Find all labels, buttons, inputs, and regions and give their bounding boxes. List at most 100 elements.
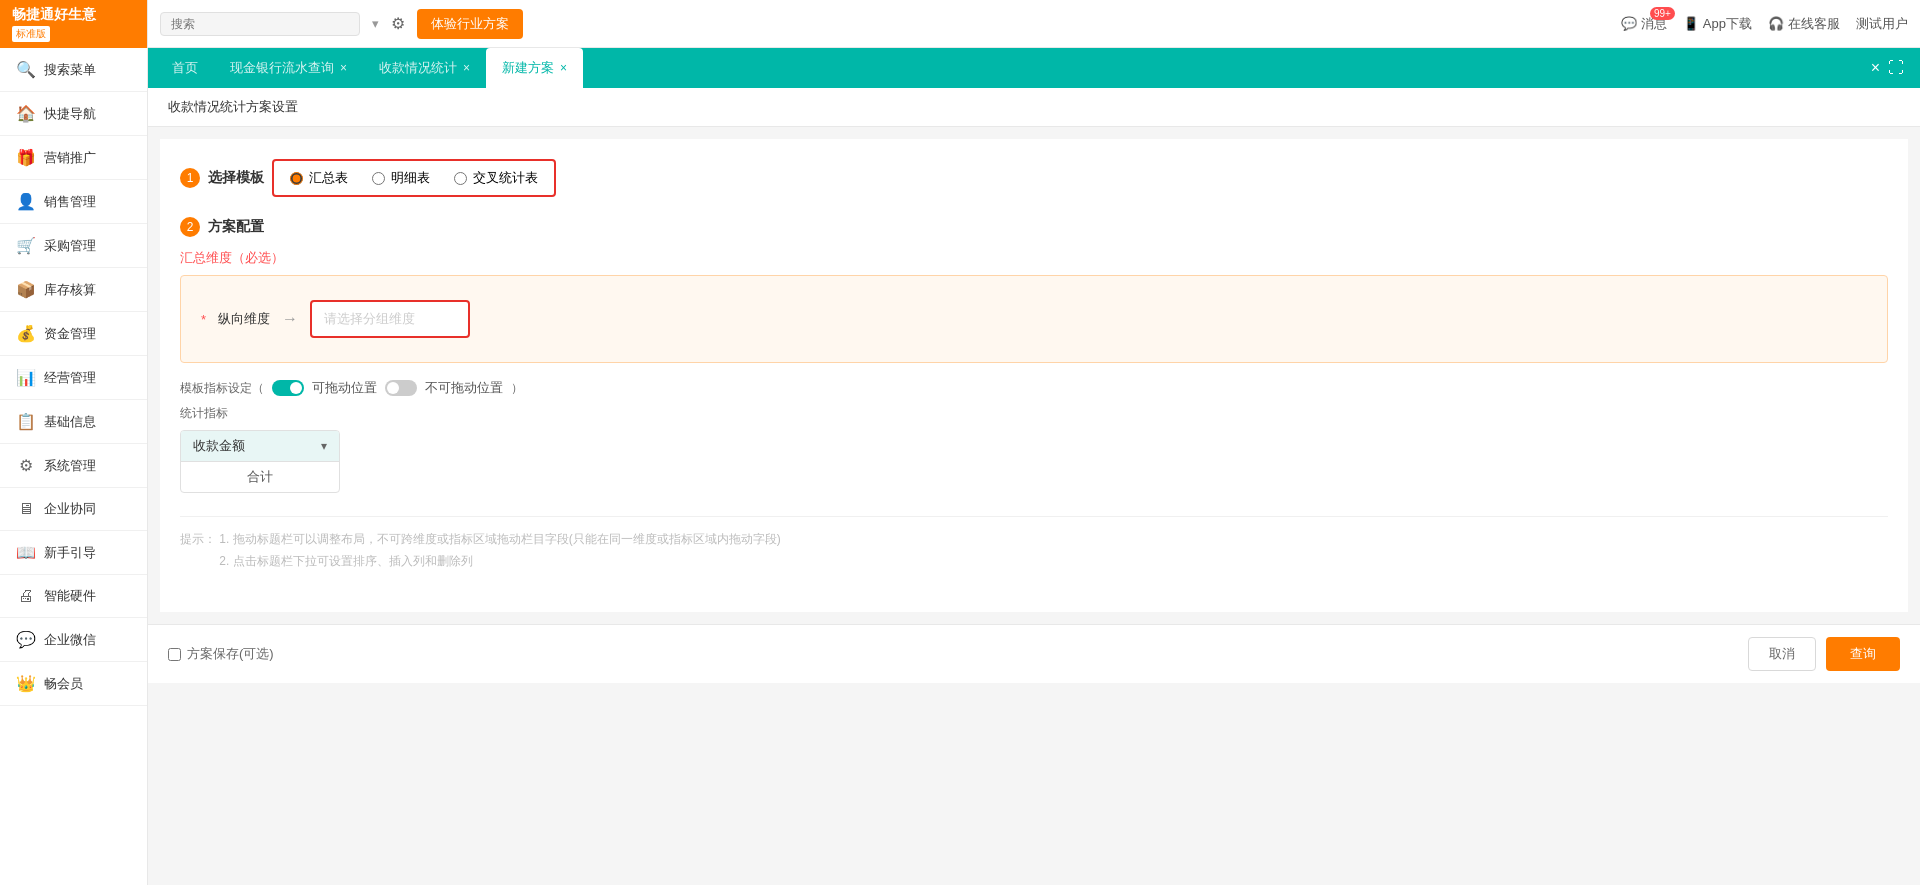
sidebar-item-label: 销售管理 (44, 193, 96, 211)
sidebar-item-operation[interactable]: 📊 经营管理 (0, 356, 147, 400)
settings-icon[interactable]: ⚙ (391, 14, 405, 33)
tab-receipt-close-icon[interactable]: × (463, 61, 470, 75)
config-section: 2 方案配置 汇总维度（必选） * 纵向维度 → 请选择分组维度 (180, 217, 1888, 572)
sidebar-item-coop[interactable]: 🖥 企业协同 (0, 488, 147, 531)
radio-summary[interactable]: 汇总表 (290, 169, 348, 187)
cancel-button[interactable]: 取消 (1748, 637, 1816, 671)
toggle-draggable-label: 可拖动位置 (312, 379, 377, 397)
tip-item-1: 1. 拖动标题栏可以调整布局，不可跨维度或指标区域拖动栏目字段(只能在同一维度或… (219, 532, 780, 546)
service-item[interactable]: 🎧 在线客服 (1768, 15, 1840, 33)
sidebar-item-label: 企业协同 (44, 500, 96, 518)
sidebar-item-label: 系统管理 (44, 457, 96, 475)
sidebar-item-wechat[interactable]: 💬 企业微信 (0, 618, 147, 662)
chat-icon: 💬 (16, 630, 36, 649)
sidebar-item-marketing[interactable]: 🎁 营销推广 (0, 136, 147, 180)
user-name: 测试用户 (1856, 15, 1908, 33)
sidebar-item-guide[interactable]: 📖 新手引导 (0, 531, 147, 575)
app-name: 畅捷通好生意 (12, 6, 96, 24)
sidebar-item-search[interactable]: 🔍 搜索菜单 (0, 48, 147, 92)
tab-new-plan-label: 新建方案 (502, 59, 554, 77)
tip-text-2: 提示： 2. 点击标题栏下拉可设置排序、插入列和删除列 (180, 551, 1888, 573)
bottom-bar: 方案保存(可选) 取消 查询 (148, 624, 1920, 683)
tab-receipt-label: 收款情况统计 (379, 59, 457, 77)
save-checkbox-label[interactable]: 方案保存(可选) (168, 645, 274, 663)
tab-new-plan-close-icon[interactable]: × (560, 61, 567, 75)
radio-detail[interactable]: 明细表 (372, 169, 430, 187)
sidebar-item-label: 经营管理 (44, 369, 96, 387)
user-item[interactable]: 测试用户 (1856, 15, 1908, 33)
radio-cross[interactable]: 交叉统计表 (454, 169, 538, 187)
sidebar-logo: 畅捷通好生意 标准版 (0, 0, 147, 48)
stats-table: 收款金额 ▾ 合计 (180, 430, 340, 493)
tip-section: 提示： 1. 拖动标题栏可以调整布局，不可跨维度或指标区域拖动栏目字段(只能在同… (180, 516, 1888, 572)
form-area: 1 选择模板 汇总表 明细表 交叉统计表 (160, 139, 1908, 612)
sidebar-item-label: 快捷导航 (44, 105, 96, 123)
stats-table-header[interactable]: 收款金额 ▾ (181, 431, 339, 461)
download-item[interactable]: 📱 App下载 (1683, 15, 1752, 33)
dimension-title: 汇总维度（必选） (180, 250, 284, 265)
gift-icon: 🎁 (16, 148, 36, 167)
list-icon: 📋 (16, 412, 36, 431)
sidebar-item-basic[interactable]: 📋 基础信息 (0, 400, 147, 444)
stats-table-row: 合计 (181, 461, 339, 492)
indicator-section: 模板指标设定（ 可拖动位置 不可拖动位置 ） 统计指标 (180, 379, 1888, 496)
sidebar-item-sales[interactable]: 👤 销售管理 (0, 180, 147, 224)
search-input[interactable] (160, 12, 360, 36)
chart-icon: 📊 (16, 368, 36, 387)
tab-expand-icon[interactable]: ⛶ (1888, 59, 1904, 77)
app-badge: 标准版 (12, 26, 50, 42)
query-button[interactable]: 查询 (1826, 637, 1900, 671)
tab-close-all-icon[interactable]: × (1871, 59, 1880, 77)
download-label: App下载 (1703, 15, 1752, 33)
dimension-label: 纵向维度 (218, 310, 270, 328)
radio-summary-input[interactable] (290, 172, 303, 185)
bottom-actions: 取消 查询 (1748, 637, 1900, 671)
page-title: 收款情况统计方案设置 (168, 99, 298, 114)
stats-chevron-icon[interactable]: ▾ (321, 439, 327, 453)
sidebar-item-hardware[interactable]: 🖨 智能硬件 (0, 575, 147, 618)
toggle-fixed[interactable] (385, 380, 417, 396)
stats-label: 统计指标 (180, 406, 228, 420)
service-label: 在线客服 (1788, 15, 1840, 33)
save-label: 方案保存(可选) (187, 645, 274, 663)
radio-cross-input[interactable] (454, 172, 467, 185)
tab-bank-close-icon[interactable]: × (340, 61, 347, 75)
content-area: 收款情况统计方案设置 1 选择模板 汇总表 明细表 (148, 88, 1920, 885)
tab-bank[interactable]: 现金银行流水查询 × (214, 48, 363, 88)
tab-home[interactable]: 首页 (156, 48, 214, 88)
sidebar-item-quick-nav[interactable]: 🏠 快捷导航 (0, 92, 147, 136)
config-section-header: 2 方案配置 (180, 217, 1888, 237)
dropdown-arrow-icon[interactable]: ▾ (372, 16, 379, 31)
dimension-arrow-icon: → (282, 310, 298, 328)
required-mark: * (201, 312, 206, 327)
toggle-draggable[interactable] (272, 380, 304, 396)
message-badge[interactable]: 💬 消息 99+ (1621, 15, 1667, 33)
save-checkbox-input[interactable] (168, 648, 181, 661)
sidebar-item-label: 畅会员 (44, 675, 83, 693)
dimension-row: * 纵向维度 → 请选择分组维度 (201, 300, 1867, 338)
toggle-knob-fixed (387, 382, 399, 394)
sidebar-item-purchase[interactable]: 🛒 采购管理 (0, 224, 147, 268)
tab-receipt[interactable]: 收款情况统计 × (363, 48, 486, 88)
topbar-right: 💬 消息 99+ 📱 App下载 🎧 在线客服 测试用户 (1621, 15, 1908, 33)
radio-summary-label: 汇总表 (309, 169, 348, 187)
dimension-placeholder: 请选择分组维度 (324, 311, 415, 326)
tab-bar: 首页 现金银行流水查询 × 收款情况统计 × 新建方案 × × ⛶ (148, 48, 1920, 88)
book-icon: 📖 (16, 543, 36, 562)
dimension-box: * 纵向维度 → 请选择分组维度 (180, 275, 1888, 363)
tip-item-2: 2. 点击标题栏下拉可设置排序、插入列和删除列 (219, 554, 472, 568)
sidebar-item-label: 营销推广 (44, 149, 96, 167)
tab-new-plan[interactable]: 新建方案 × (486, 48, 583, 88)
dimension-select[interactable]: 请选择分组维度 (310, 300, 470, 338)
printer-icon: 🖨 (16, 587, 36, 605)
indicator-header: 模板指标设定（ 可拖动位置 不可拖动位置 ） (180, 379, 1888, 397)
template-section-header: 1 选择模板 汇总表 明细表 交叉统计表 (180, 159, 1888, 197)
sidebar-item-system[interactable]: ⚙ 系统管理 (0, 444, 147, 488)
sidebar-item-inventory[interactable]: 📦 库存核算 (0, 268, 147, 312)
sidebar-item-label: 新手引导 (44, 544, 96, 562)
section2-num: 2 (180, 217, 200, 237)
industry-btn[interactable]: 体验行业方案 (417, 9, 523, 39)
sidebar-item-finance[interactable]: 💰 资金管理 (0, 312, 147, 356)
sidebar-item-member[interactable]: 👑 畅会员 (0, 662, 147, 706)
radio-detail-input[interactable] (372, 172, 385, 185)
